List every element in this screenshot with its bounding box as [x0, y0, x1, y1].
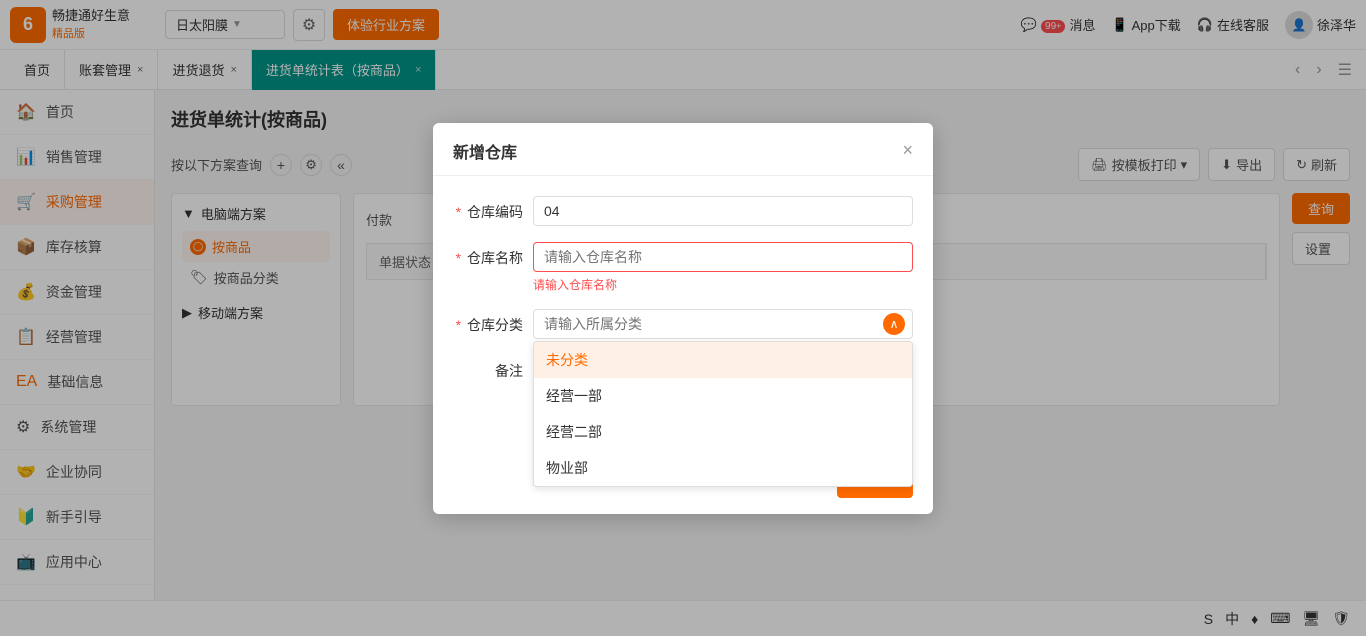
category-dropdown: 未分类 经营一部 经营二部 物业部: [533, 341, 913, 487]
warehouse-code-label: * 仓库编码: [453, 196, 533, 222]
dropdown-item-unclassified[interactable]: 未分类: [534, 342, 912, 378]
warehouse-name-wrap: 请输入仓库名称: [533, 242, 913, 293]
dropdown-item-property[interactable]: 物业部: [534, 450, 912, 486]
warehouse-code-row: * 仓库编码: [453, 196, 913, 226]
dialog-close-button[interactable]: ×: [902, 140, 913, 161]
dropdown-item-dept2[interactable]: 经营二部: [534, 414, 912, 450]
dialog-title: 新增仓库: [453, 139, 517, 163]
remark-label: 备注: [453, 355, 533, 381]
warehouse-category-wrap: ∧ 未分类 经营一部 经营二部 物业部: [533, 309, 913, 339]
warehouse-category-row: * 仓库分类 ∧ 未分类 经营一部 经营二部 物业部: [453, 309, 913, 339]
warehouse-name-label: * 仓库名称: [453, 242, 533, 268]
modal-overlay: 新增仓库 × * 仓库编码 * 仓库名称: [0, 0, 1366, 636]
dropdown-item-dept1[interactable]: 经营一部: [534, 378, 912, 414]
warehouse-name-row: * 仓库名称 请输入仓库名称: [453, 242, 913, 293]
category-select-input[interactable]: [533, 309, 913, 339]
new-warehouse-dialog: 新增仓库 × * 仓库编码 * 仓库名称: [433, 123, 933, 514]
category-select-wrap: ∧: [533, 309, 913, 339]
warehouse-code-wrap: [533, 196, 913, 226]
warehouse-category-label: * 仓库分类: [453, 309, 533, 335]
warehouse-name-error: 请输入仓库名称: [533, 276, 913, 293]
dialog-body: * 仓库编码 * 仓库名称 请输入仓库名称: [433, 176, 933, 450]
dialog-header: 新增仓库 ×: [433, 123, 933, 176]
warehouse-name-input[interactable]: [533, 242, 913, 272]
warehouse-code-input[interactable]: [533, 196, 913, 226]
category-arrow-btn[interactable]: ∧: [883, 313, 905, 335]
